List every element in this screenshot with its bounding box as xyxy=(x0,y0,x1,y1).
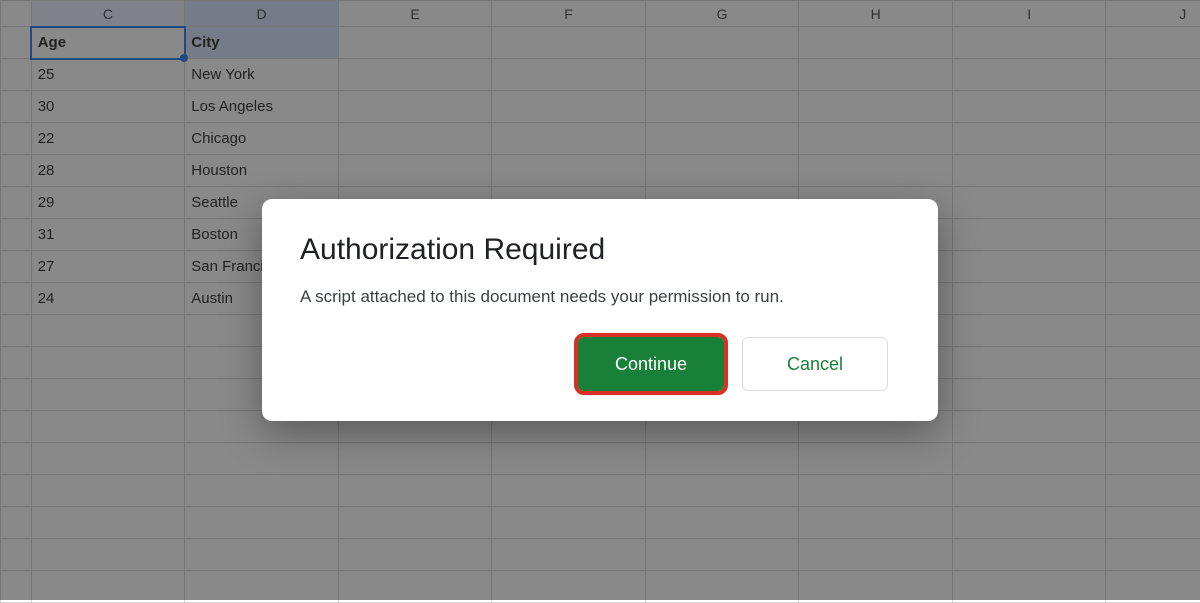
dialog-button-row: Continue Cancel xyxy=(300,337,900,391)
authorization-dialog: Authorization Required A script attached… xyxy=(262,199,938,421)
cancel-button[interactable]: Cancel xyxy=(742,337,888,391)
continue-button[interactable]: Continue xyxy=(578,337,724,391)
dialog-title: Authorization Required xyxy=(300,233,900,267)
modal-overlay: Authorization Required A script attached… xyxy=(0,0,1200,600)
dialog-message: A script attached to this document needs… xyxy=(300,287,900,307)
